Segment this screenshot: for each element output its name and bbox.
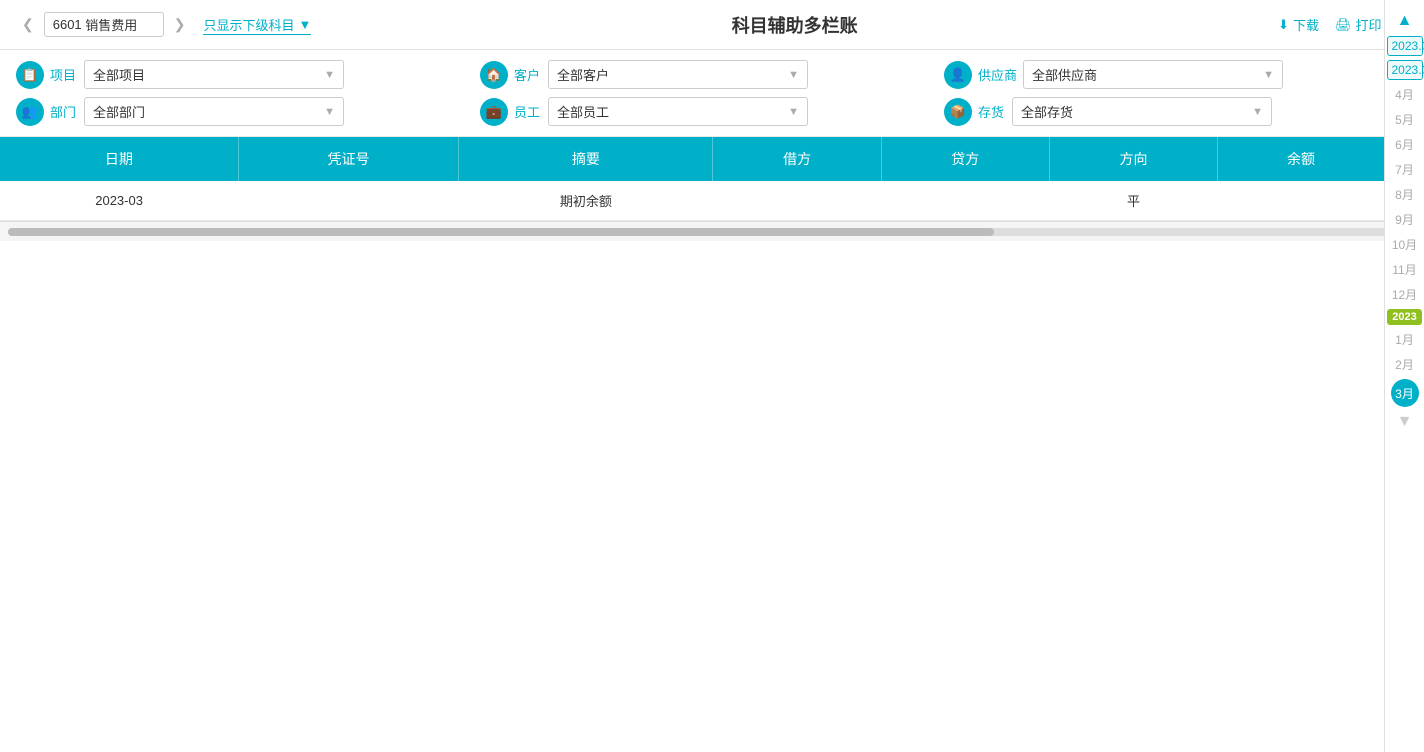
inventory-select[interactable]: 全部存货 ▼: [1012, 97, 1272, 126]
table-row: 2023-03 期初余额 平: [0, 181, 1384, 221]
col-balance: 余额: [1218, 137, 1384, 181]
month-12[interactable]: 12月: [1385, 282, 1424, 307]
month-2[interactable]: 2月: [1385, 352, 1424, 377]
department-arrow: ▼: [324, 106, 335, 118]
month-9[interactable]: 9月: [1385, 207, 1424, 232]
print-icon: 🖨: [1335, 17, 1352, 33]
customer-icon: 🏠: [480, 61, 508, 89]
filter-row-1: 📋 项目 全部项目 ▼ 🏠 客户 全部客户 ▼: [16, 60, 1408, 89]
year-label-2023[interactable]: 2023: [1387, 309, 1421, 325]
col-date: 日期: [0, 137, 238, 181]
inventory-arrow: ▼: [1252, 106, 1263, 118]
cell-voucher: [238, 181, 459, 221]
sidebar-up-arrow[interactable]: ▲: [1393, 8, 1417, 34]
filter-inventory: 📦 存货 全部存货 ▼: [944, 97, 1408, 126]
filter-project: 📋 项目 全部项目 ▼: [16, 60, 480, 89]
month-8[interactable]: 8月: [1385, 182, 1424, 207]
supplier-arrow: ▼: [1263, 69, 1274, 81]
col-summary: 摘要: [459, 137, 713, 181]
print-button[interactable]: 🖨 打印: [1335, 15, 1382, 34]
project-value: 全部项目: [93, 65, 145, 84]
customer-value: 全部客户: [557, 65, 609, 84]
cell-direction: 平: [1049, 181, 1217, 221]
account-name-value: 销售费用: [85, 15, 137, 34]
cell-debit: [713, 181, 881, 221]
customer-label: 客户: [514, 65, 542, 84]
employee-select[interactable]: 全部员工 ▼: [548, 97, 808, 126]
project-label: 项目: [50, 65, 78, 84]
department-value: 全部部门: [93, 102, 145, 121]
sidebar-down-arrow[interactable]: ▼: [1393, 409, 1417, 435]
supplier-icon: 👤: [944, 61, 972, 89]
filter-area: 📋 项目 全部项目 ▼ 🏠 客户 全部客户 ▼: [0, 50, 1424, 137]
filter-supplier: 👤 供应商 全部供应商 ▼: [944, 60, 1408, 89]
employee-label: 员工: [514, 102, 542, 121]
show-sub-arrow: ▼: [298, 17, 311, 32]
col-credit: 贷方: [881, 137, 1049, 181]
department-icon: 👥: [16, 98, 44, 126]
month-5[interactable]: 5月: [1385, 107, 1424, 132]
cell-date: 2023-03: [0, 181, 238, 221]
inventory-label: 存货: [978, 102, 1006, 121]
prev-arrow[interactable]: ❮: [16, 14, 40, 35]
supplier-select[interactable]: 全部供应商 ▼: [1023, 60, 1283, 89]
month-4[interactable]: 4月: [1385, 82, 1424, 107]
month-6[interactable]: 6月: [1385, 132, 1424, 157]
cell-summary: 期初余额: [459, 181, 713, 221]
right-sidebar: ▲ 2023.03 2023.03 4月 5月 6月 7月 8月 9月 10月 …: [1384, 0, 1424, 752]
scrollbar-track[interactable]: [8, 228, 1416, 236]
filter-employee: 💼 员工 全部员工 ▼: [480, 97, 944, 126]
print-label: 打印: [1355, 15, 1381, 34]
employee-value: 全部员工: [557, 102, 609, 121]
show-sub-label: 只显示下级科目: [203, 15, 294, 34]
department-select[interactable]: 全部部门 ▼: [84, 97, 344, 126]
next-arrow[interactable]: ❯: [168, 14, 192, 35]
col-direction: 方向: [1049, 137, 1217, 181]
customer-arrow: ▼: [788, 69, 799, 81]
supplier-label: 供应商: [978, 65, 1017, 84]
employee-arrow: ▼: [788, 106, 799, 118]
scrollbar-thumb[interactable]: [8, 228, 994, 236]
ledger-table: 日期 凭证号 摘要 借方 贷方 方向 余额 2023-03: [0, 137, 1384, 221]
page-title: 科目辅助多栏账: [311, 12, 1278, 38]
period-2023-03-bottom[interactable]: 2023.03: [1387, 60, 1423, 80]
download-label: 下载: [1293, 15, 1319, 34]
department-label: 部门: [50, 102, 78, 121]
col-debit: 借方: [713, 137, 881, 181]
table-area: 日期 凭证号 摘要 借方 贷方 方向 余额 2023-03: [0, 137, 1424, 221]
download-icon: ⬇: [1278, 17, 1289, 33]
customer-select[interactable]: 全部客户 ▼: [548, 60, 808, 89]
month-11[interactable]: 11月: [1385, 257, 1424, 282]
cell-balance: [1218, 181, 1384, 221]
employee-icon: 💼: [480, 98, 508, 126]
inventory-icon: 📦: [944, 98, 972, 126]
period-2023-03-top[interactable]: 2023.03: [1387, 36, 1423, 56]
month-3-active[interactable]: 3月: [1391, 379, 1419, 407]
inventory-value: 全部存货: [1021, 102, 1073, 121]
project-arrow: ▼: [324, 69, 335, 81]
project-select[interactable]: 全部项目 ▼: [84, 60, 344, 89]
col-voucher: 凭证号: [238, 137, 459, 181]
top-bar: ❮ 6601 销售费用 ❯ 只显示下级科目 ▼ 科目辅助多栏账 ⬇ 下载: [0, 0, 1424, 50]
filter-customer: 🏠 客户 全部客户 ▼: [480, 60, 944, 89]
month-10[interactable]: 10月: [1385, 232, 1424, 257]
supplier-value: 全部供应商: [1032, 65, 1097, 84]
table-header-row: 日期 凭证号 摘要 借方 贷方 方向 余额: [0, 137, 1384, 181]
bottom-scrollbar[interactable]: [0, 221, 1424, 241]
filter-department: 👥 部门 全部部门 ▼: [16, 97, 480, 126]
cell-credit: [881, 181, 1049, 221]
top-actions: ⬇ 下载 🖨 打印: [1278, 15, 1381, 34]
filter-row-2: 👥 部门 全部部门 ▼ 💼 员工 全部员工 ▼: [16, 97, 1408, 126]
month-1[interactable]: 1月: [1385, 327, 1424, 352]
month-7[interactable]: 7月: [1385, 157, 1424, 182]
project-icon: 📋: [16, 61, 44, 89]
download-button[interactable]: ⬇ 下载: [1278, 15, 1319, 34]
account-code-field[interactable]: 6601 销售费用: [44, 12, 164, 37]
show-sub-toggle[interactable]: 只显示下级科目 ▼: [203, 15, 311, 35]
account-code-value: 6601: [53, 17, 82, 32]
